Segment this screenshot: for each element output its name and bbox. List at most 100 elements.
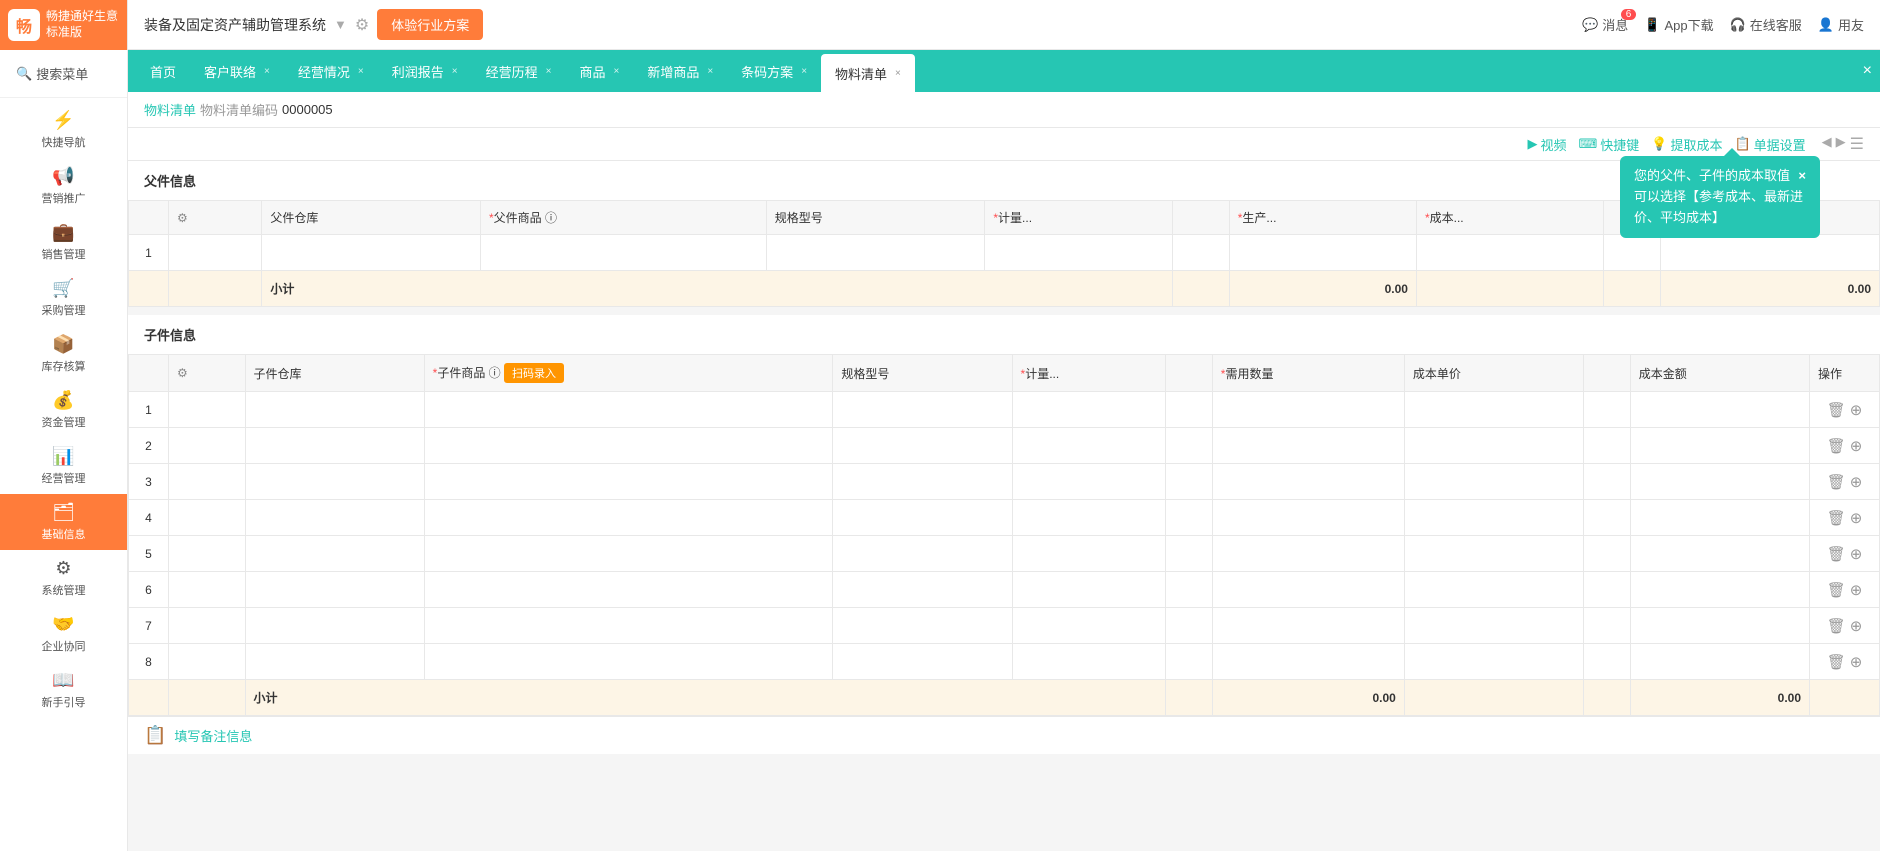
child-row-cost-unit[interactable]	[1404, 536, 1583, 572]
online-service-item[interactable]: 🎧 在线客服	[1730, 15, 1802, 34]
child-row-goods[interactable]	[424, 500, 833, 536]
shortcut-button[interactable]: ⌨ 快捷键	[1578, 135, 1639, 154]
child-row-cost-unit[interactable]	[1404, 500, 1583, 536]
child-row-unit[interactable]	[1012, 608, 1165, 644]
child-row-required-qty[interactable]	[1212, 464, 1404, 500]
nav-tab-close-barcode[interactable]: ×	[801, 66, 807, 77]
child-row-spec[interactable]	[833, 644, 1012, 680]
app-download-item[interactable]: 📱 App下载	[1644, 15, 1713, 34]
child-row-unit[interactable]	[1012, 392, 1165, 428]
sidebar-item-system[interactable]: ⚙系统管理	[0, 550, 127, 606]
child-row-required-qty[interactable]	[1212, 500, 1404, 536]
child-row-warehouse[interactable]	[245, 392, 424, 428]
sidebar-item-enterprise[interactable]: 🤝企业协同	[0, 606, 127, 662]
title-dropdown-icon[interactable]: ▼	[334, 17, 347, 32]
single-settings-button[interactable]: 📋 单据设置	[1734, 135, 1805, 154]
copy-icon[interactable]: ⊕	[1850, 437, 1863, 455]
parent-th-gear[interactable]: ⚙	[169, 201, 262, 235]
child-row-spec[interactable]	[833, 572, 1012, 608]
copy-icon[interactable]: ⊕	[1850, 545, 1863, 563]
child-row-cost-unit[interactable]	[1404, 464, 1583, 500]
sidebar-item-finance[interactable]: 💰资金管理	[0, 382, 127, 438]
child-row-warehouse[interactable]	[245, 464, 424, 500]
trial-button[interactable]: 体验行业方案	[377, 9, 483, 40]
child-row-unit[interactable]	[1012, 428, 1165, 464]
delete-icon[interactable]: 🗑	[1827, 473, 1846, 491]
child-row-spec[interactable]	[833, 392, 1012, 428]
nav-prev-icon[interactable]: ◀	[1822, 134, 1832, 154]
child-row-required-qty[interactable]	[1212, 572, 1404, 608]
copy-icon[interactable]: ⊕	[1850, 617, 1863, 635]
nav-tab-bom[interactable]: 物料清单×	[821, 54, 915, 92]
child-row-spec[interactable]	[833, 536, 1012, 572]
nav-tab-new-goods[interactable]: 新增商品×	[633, 50, 727, 92]
child-row-goods[interactable]	[424, 572, 833, 608]
child-row-warehouse[interactable]	[245, 536, 424, 572]
delete-icon[interactable]: 🗑	[1827, 581, 1846, 599]
child-row-required-qty[interactable]	[1212, 392, 1404, 428]
notes-text[interactable]: 填写备注信息	[174, 726, 252, 745]
nav-next-icon[interactable]: ▶	[1836, 134, 1846, 154]
nav-tab-home[interactable]: 首页	[136, 50, 190, 92]
delete-icon[interactable]: 🗑	[1827, 545, 1846, 563]
sidebar-item-sales[interactable]: 💼销售管理	[0, 214, 127, 270]
child-row-spec[interactable]	[833, 464, 1012, 500]
child-row-required-qty[interactable]	[1212, 644, 1404, 680]
nav-tab-barcode[interactable]: 条码方案×	[727, 50, 821, 92]
copy-icon[interactable]: ⊕	[1850, 473, 1863, 491]
child-row-goods[interactable]	[424, 428, 833, 464]
child-row-unit[interactable]	[1012, 500, 1165, 536]
breadcrumb-link[interactable]: 物料清单	[144, 100, 196, 119]
child-row-goods[interactable]	[424, 464, 833, 500]
nav-close-all-button[interactable]: ×	[1863, 62, 1872, 80]
child-row-required-qty[interactable]	[1212, 608, 1404, 644]
sidebar-item-basic-info[interactable]: 🗂基础信息	[0, 494, 127, 550]
child-row-unit[interactable]	[1012, 572, 1165, 608]
nav-tab-history[interactable]: 经营历程×	[472, 50, 566, 92]
delete-icon[interactable]: 🗑	[1827, 617, 1846, 635]
search-button[interactable]: 🔍 搜索菜单	[8, 58, 119, 89]
parent-row-goods[interactable]	[480, 235, 766, 271]
grid-view-icon[interactable]: ☰	[1850, 134, 1864, 154]
child-row-cost-unit[interactable]	[1404, 608, 1583, 644]
child-row-cost-unit[interactable]	[1404, 644, 1583, 680]
sidebar-item-guide[interactable]: 📖新手引导	[0, 662, 127, 718]
copy-icon[interactable]: ⊕	[1850, 509, 1863, 527]
child-row-warehouse[interactable]	[245, 644, 424, 680]
parent-row-unit[interactable]	[985, 235, 1172, 271]
nav-tab-close-profit[interactable]: ×	[452, 66, 458, 77]
copy-icon[interactable]: ⊕	[1850, 581, 1863, 599]
sidebar-item-marketing[interactable]: 📢营销推广	[0, 158, 127, 214]
sidebar-item-quick-nav[interactable]: ⚡快捷导航	[0, 102, 127, 158]
sidebar-item-inventory[interactable]: 📦库存核算	[0, 326, 127, 382]
child-row-required-qty[interactable]	[1212, 428, 1404, 464]
delete-icon[interactable]: 🗑	[1827, 509, 1846, 527]
delete-icon[interactable]: 🗑	[1827, 653, 1846, 671]
parent-row-spec[interactable]	[766, 235, 985, 271]
nav-tab-operations[interactable]: 经营情况×	[284, 50, 378, 92]
child-row-goods[interactable]	[424, 608, 833, 644]
child-row-spec[interactable]	[833, 428, 1012, 464]
copy-icon[interactable]: ⊕	[1850, 401, 1863, 419]
child-th-gear[interactable]: ⚙	[169, 355, 246, 392]
nav-tab-goods[interactable]: 商品×	[565, 50, 633, 92]
message-item[interactable]: 💬 消息 6	[1582, 15, 1628, 34]
child-row-cost-unit[interactable]	[1404, 392, 1583, 428]
child-row-cost-unit[interactable]	[1404, 428, 1583, 464]
child-row-spec[interactable]	[833, 608, 1012, 644]
extract-cost-button[interactable]: 💡 提取成本	[1651, 135, 1722, 154]
nav-tab-close-goods[interactable]: ×	[613, 66, 619, 77]
child-row-goods[interactable]	[424, 392, 833, 428]
parent-row-warehouse[interactable]	[262, 235, 481, 271]
nav-tab-close-bom[interactable]: ×	[895, 68, 901, 79]
child-row-cost-unit[interactable]	[1404, 572, 1583, 608]
child-row-goods[interactable]	[424, 644, 833, 680]
user-item[interactable]: 👤 用友	[1818, 15, 1864, 34]
sidebar-item-purchase[interactable]: 🛒采购管理	[0, 270, 127, 326]
tooltip-close-button[interactable]: ×	[1798, 166, 1806, 187]
child-row-spec[interactable]	[833, 500, 1012, 536]
delete-icon[interactable]: 🗑	[1827, 437, 1846, 455]
child-row-unit[interactable]	[1012, 644, 1165, 680]
child-row-goods[interactable]	[424, 536, 833, 572]
copy-icon[interactable]: ⊕	[1850, 653, 1863, 671]
